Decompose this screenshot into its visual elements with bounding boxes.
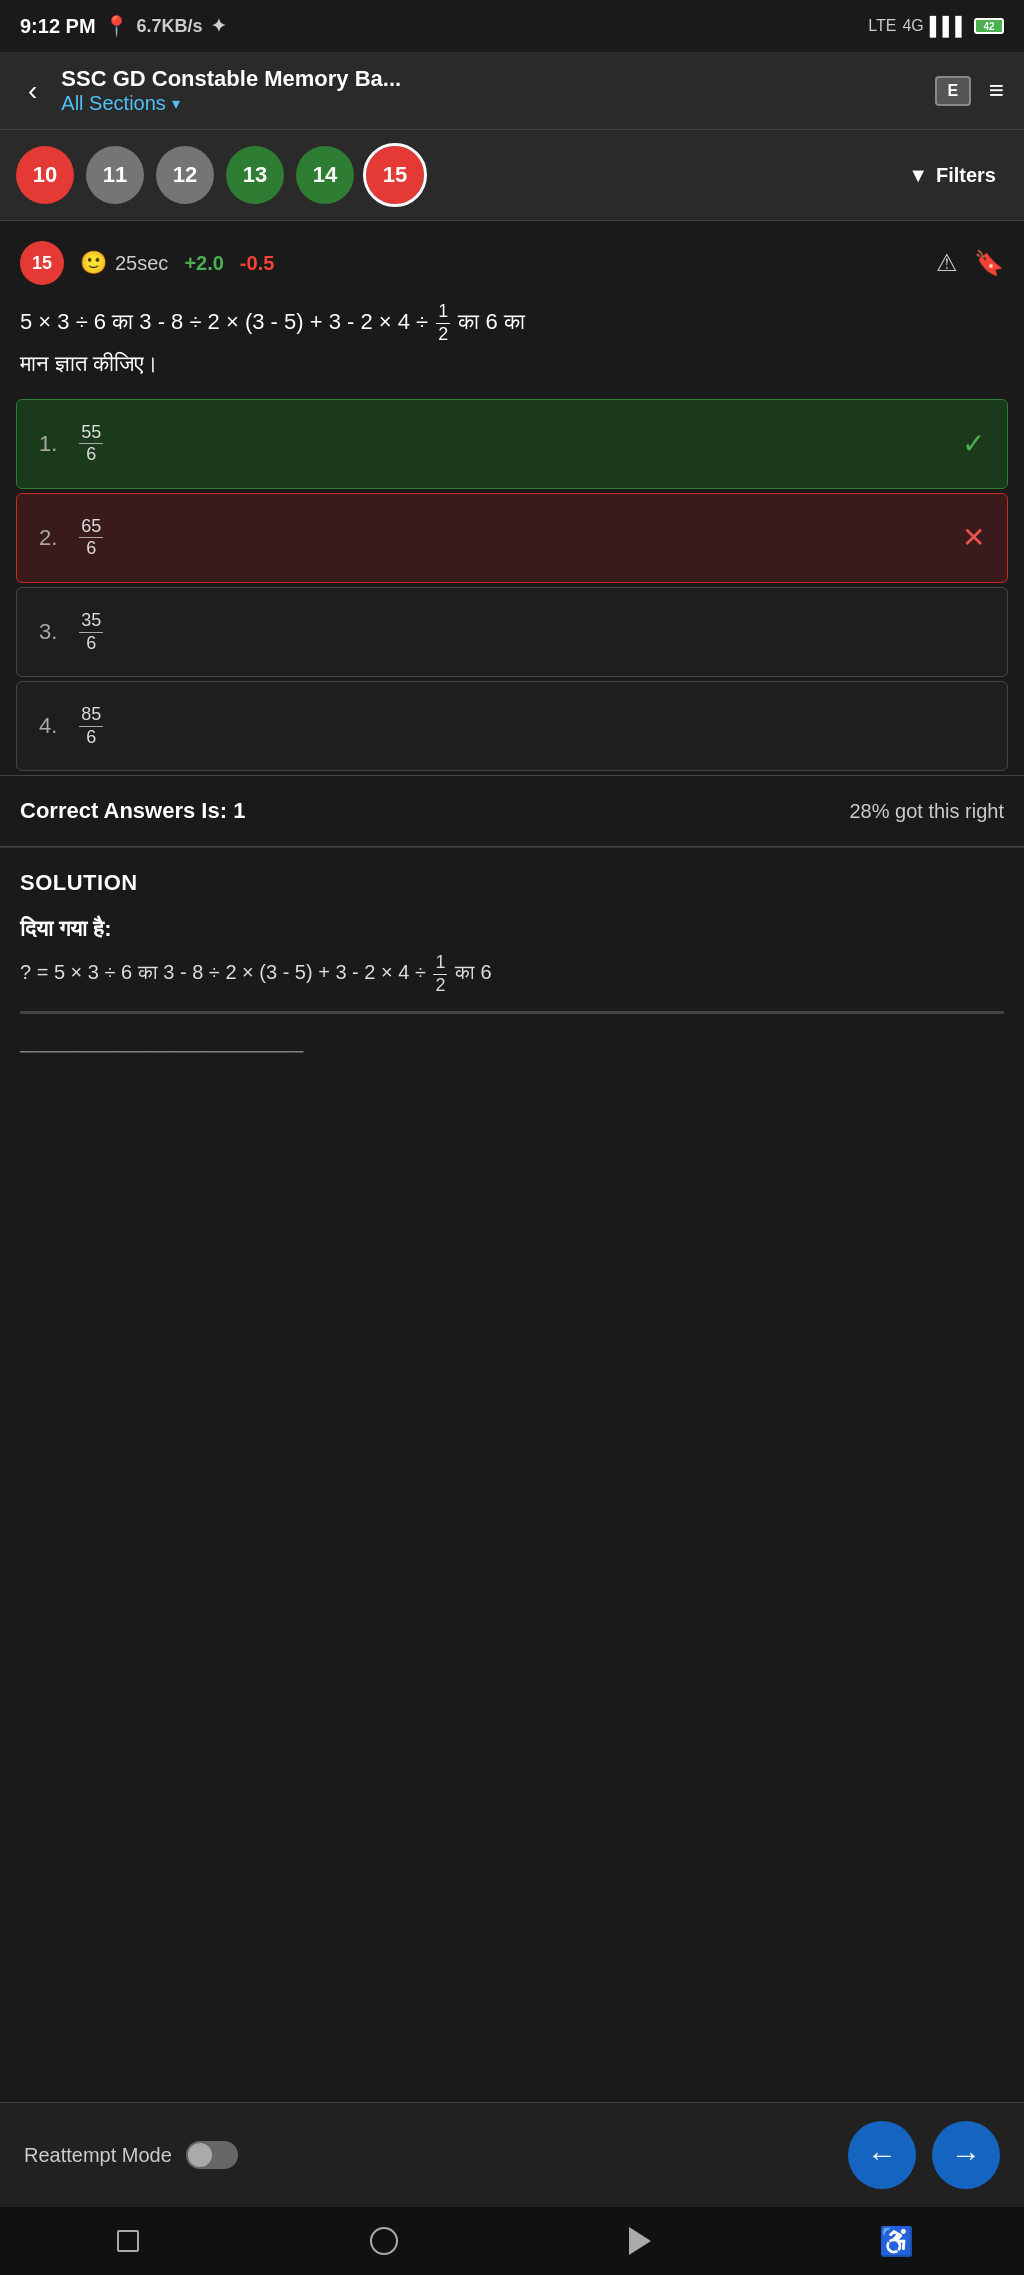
- question-meta: 15 🙂 25sec +2.0 -0.5 ⚠ 🔖: [20, 241, 1004, 285]
- android-home-button[interactable]: [364, 2221, 404, 2261]
- tab-10[interactable]: 10: [16, 146, 74, 204]
- chevron-down-icon: ▾: [172, 94, 180, 113]
- solution-title: SOLUTION: [20, 870, 1004, 896]
- option-4-number: 4.: [39, 713, 57, 739]
- question-text-part2: का 6 का: [452, 309, 525, 334]
- android-recents-button[interactable]: [108, 2221, 148, 2261]
- option-1-left: 1. 55 6: [39, 422, 105, 466]
- tab-15[interactable]: 15: [366, 146, 424, 204]
- question-tabs-row: 10 11 12 13 14 15 ▼ Filters: [0, 130, 1024, 221]
- accessibility-icon: ♿: [879, 2225, 914, 2258]
- solution-given-label: दिया गया है:: [20, 916, 1004, 942]
- page-title: SSC GD Constable Memory Ba...: [61, 66, 401, 92]
- option-1[interactable]: 1. 55 6 ✓: [16, 399, 1008, 489]
- network-speed: 6.7KB/s: [137, 16, 203, 37]
- timer-value: 25sec: [115, 252, 168, 275]
- status-bar: 9:12 PM 📍 6.7KB/s ✦ LTE 4G ▌▌▌ 42: [0, 0, 1024, 52]
- option-3-number: 3.: [39, 619, 57, 645]
- app-header: ‹ SSC GD Constable Memory Ba... All Sect…: [0, 52, 1024, 130]
- option-2-frac: 65 6: [79, 516, 103, 560]
- solution-text-part1: ? = 5 × 3 ÷ 6 का 3 - 8 ÷ 2 × (3 - 5) + 3…: [20, 962, 431, 984]
- option-2-number: 2.: [39, 525, 57, 551]
- signal-bars: ▌▌▌: [930, 16, 968, 37]
- reattempt-toggle[interactable]: [186, 2141, 238, 2169]
- solution-text-part2: का 6: [449, 962, 491, 984]
- timer-area: 🙂 25sec: [80, 250, 168, 276]
- tab-13[interactable]: 13: [226, 146, 284, 204]
- back-button[interactable]: ‹: [20, 71, 45, 111]
- question-frac: 12: [436, 301, 450, 345]
- options-area: 1. 55 6 ✓ 2. 65 6 ✕ 3. 35 6: [0, 399, 1024, 772]
- option-3-left: 3. 35 6: [39, 610, 105, 654]
- solution-continuation: ────────────────────: [20, 1034, 1004, 1068]
- e-badge-button[interactable]: E: [935, 76, 971, 106]
- menu-button[interactable]: ≡: [989, 75, 1004, 106]
- tab-11[interactable]: 11: [86, 146, 144, 204]
- option-3-frac: 35 6: [79, 610, 103, 654]
- option-4[interactable]: 4. 85 6: [16, 681, 1008, 771]
- result-row: Correct Answers Is: 1 28% got this right: [0, 775, 1024, 847]
- option-1-frac: 55 6: [79, 422, 103, 466]
- header-right: E ≡: [935, 75, 1004, 106]
- option-2[interactable]: 2. 65 6 ✕: [16, 493, 1008, 583]
- tab-12[interactable]: 12: [156, 146, 214, 204]
- android-back-button[interactable]: [620, 2221, 660, 2261]
- filters-button[interactable]: ▼ Filters: [896, 156, 1008, 195]
- score-minus: -0.5: [240, 252, 274, 275]
- sections-label: All Sections: [61, 92, 166, 115]
- time-display: 9:12 PM: [20, 15, 96, 38]
- reattempt-section: Reattempt Mode: [24, 2141, 238, 2169]
- score-plus: +2.0: [184, 252, 223, 275]
- timer-icon: 🙂: [80, 250, 107, 276]
- question-area: 15 🙂 25sec +2.0 -0.5 ⚠ 🔖 5 × 3 ÷ 6 का 3 …: [0, 221, 1024, 399]
- question-number-badge: 15: [20, 241, 64, 285]
- signal-lte: LTE: [868, 17, 896, 35]
- toggle-knob: [188, 2143, 212, 2167]
- bottom-bar: Reattempt Mode ← →: [0, 2102, 1024, 2207]
- question-text-part1: 5 × 3 ÷ 6 का 3 - 8 ÷ 2 × (3 - 5) + 3 - 2…: [20, 309, 434, 334]
- question-text-part3: मान ज्ञात कीजिए।: [20, 351, 159, 376]
- option-1-number: 1.: [39, 431, 57, 457]
- correct-checkmark-icon: ✓: [962, 427, 985, 460]
- option-4-left: 4. 85 6: [39, 704, 105, 748]
- navigation-buttons: ← →: [848, 2121, 1000, 2189]
- battery-level: 42: [983, 21, 994, 32]
- warning-icon[interactable]: ⚠: [936, 249, 958, 277]
- question-text: 5 × 3 ÷ 6 का 3 - 8 ÷ 2 × (3 - 5) + 3 - 2…: [20, 301, 1004, 383]
- solution-frac: 12: [433, 952, 447, 996]
- filter-icon: ▼: [908, 164, 928, 187]
- battery-indicator: 42: [974, 18, 1004, 34]
- wrong-cross-icon: ✕: [962, 521, 985, 554]
- android-accessibility-button[interactable]: ♿: [876, 2221, 916, 2261]
- signal-4g: 4G: [902, 17, 923, 35]
- location-icon: 📍: [104, 14, 129, 38]
- tab-14[interactable]: 14: [296, 146, 354, 204]
- solution-area: SOLUTION दिया गया है: ? = 5 × 3 ÷ 6 का 3…: [0, 847, 1024, 1089]
- header-left: ‹ SSC GD Constable Memory Ba... All Sect…: [20, 66, 401, 115]
- option-4-frac: 85 6: [79, 704, 103, 748]
- option-3[interactable]: 3. 35 6: [16, 587, 1008, 677]
- filters-label: Filters: [936, 164, 996, 187]
- header-title-block: SSC GD Constable Memory Ba... All Sectio…: [61, 66, 401, 115]
- option-2-left: 2. 65 6: [39, 516, 105, 560]
- reattempt-label: Reattempt Mode: [24, 2144, 172, 2167]
- solution-text: ? = 5 × 3 ÷ 6 का 3 - 8 ÷ 2 × (3 - 5) + 3…: [20, 952, 1004, 996]
- sections-dropdown[interactable]: All Sections ▾: [61, 92, 401, 115]
- meta-right-icons: ⚠ 🔖: [936, 249, 1004, 277]
- status-right: LTE 4G ▌▌▌ 42: [868, 16, 1004, 37]
- android-nav-bar: ♿: [0, 2207, 1024, 2275]
- bookmark-icon[interactable]: 🔖: [974, 249, 1004, 277]
- percent-correct-label: 28% got this right: [849, 800, 1004, 823]
- next-button[interactable]: →: [932, 2121, 1000, 2189]
- correct-answer-label: Correct Answers Is: 1: [20, 798, 245, 824]
- status-time: 9:12 PM 📍 6.7KB/s ✦: [20, 14, 226, 38]
- bluetooth-icon: ✦: [211, 15, 226, 37]
- prev-button[interactable]: ←: [848, 2121, 916, 2189]
